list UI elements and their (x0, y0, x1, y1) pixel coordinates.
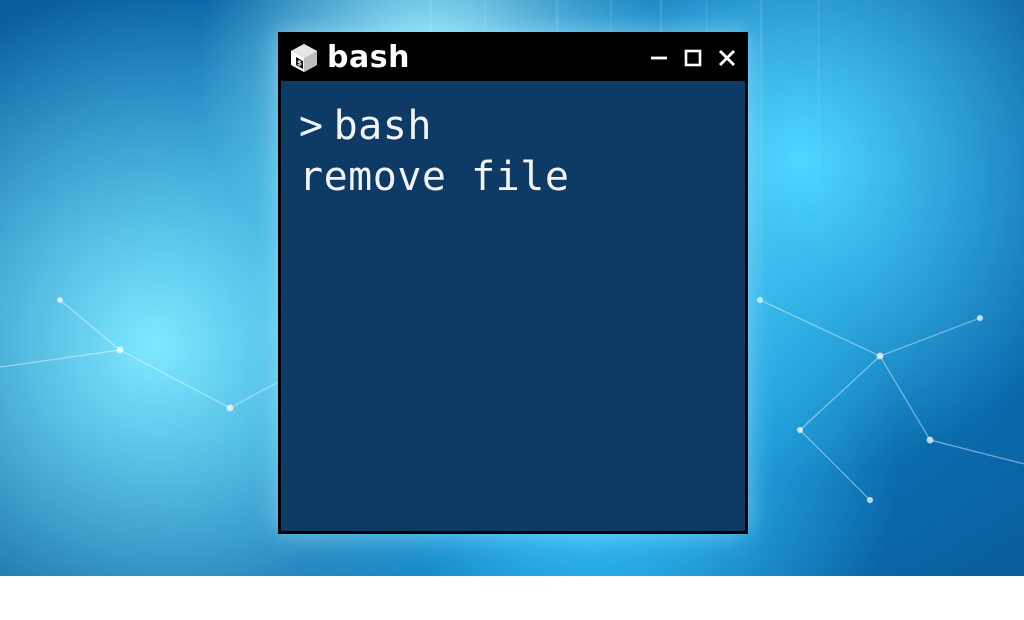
maximize-button[interactable] (681, 46, 705, 70)
close-button[interactable] (715, 46, 739, 70)
bash-cube-icon: $ (289, 43, 319, 73)
terminal-window: $ bash >bash remove file (278, 32, 748, 534)
maximize-icon (683, 48, 703, 68)
bg-streak (818, 0, 820, 620)
minimize-button[interactable] (647, 46, 671, 70)
titlebar[interactable]: $ bash (281, 35, 745, 81)
svg-text:$: $ (297, 61, 302, 69)
terminal-line-2: remove file (299, 154, 569, 200)
prompt-symbol: > (299, 103, 324, 149)
terminal-body[interactable]: >bash remove file (281, 81, 745, 531)
close-icon (717, 48, 737, 68)
terminal-line-1: bash (334, 103, 432, 149)
window-controls (647, 46, 739, 70)
minimize-icon (649, 48, 669, 68)
window-title: bash (327, 43, 639, 73)
